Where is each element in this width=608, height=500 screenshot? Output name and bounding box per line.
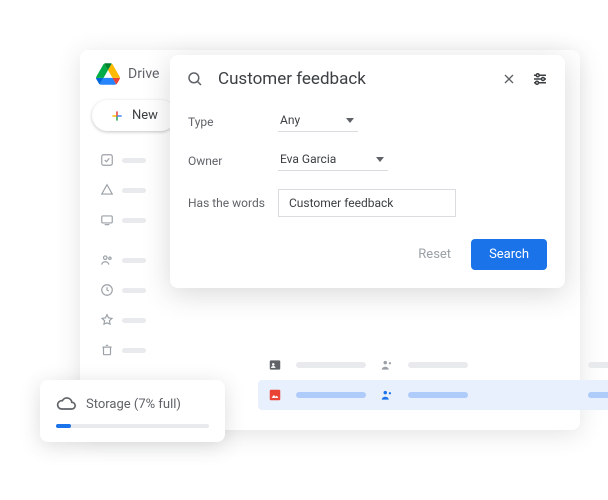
nav-item-shared[interactable] (92, 247, 172, 273)
drive-logo-icon (96, 62, 120, 86)
row-placeholder (296, 362, 366, 368)
words-label: Has the words (188, 196, 266, 210)
owner-label: Owner (188, 154, 266, 168)
owner-value: Eva Garcia (280, 152, 336, 166)
search-input[interactable] (218, 69, 487, 89)
drive-triangle-icon (100, 183, 114, 197)
nav-placeholder (122, 348, 146, 353)
devices-icon (100, 213, 114, 227)
new-button[interactable]: New (92, 100, 176, 131)
nav-placeholder (122, 318, 146, 323)
nav-item-trash[interactable] (92, 337, 172, 363)
row-placeholder (408, 362, 468, 368)
nav-item-starred[interactable] (92, 307, 172, 333)
filter-options-icon[interactable] (531, 70, 549, 88)
nav-item-computers[interactable] (92, 207, 172, 233)
filter-row-type: Type Any (188, 111, 547, 132)
star-icon (100, 313, 114, 327)
close-icon[interactable] (501, 71, 517, 87)
filter-row-words: Has the words (188, 189, 547, 217)
clock-icon (100, 283, 114, 297)
row-placeholder (408, 392, 468, 398)
caret-down-icon (376, 157, 384, 162)
search-icon (186, 70, 204, 88)
nav-placeholder (122, 258, 146, 263)
caret-down-icon (346, 118, 354, 123)
storage-header: Storage (7% full) (56, 394, 209, 414)
cloud-icon (56, 394, 76, 414)
shared-icon (380, 358, 394, 372)
filter-row-owner: Owner Eva Garcia (188, 150, 547, 171)
list-row[interactable] (258, 350, 608, 380)
nav-placeholder (122, 288, 146, 293)
trash-icon (100, 343, 114, 357)
nav-item-recent[interactable] (92, 277, 172, 303)
shared-icon (380, 388, 394, 402)
check-badge-icon (100, 153, 114, 167)
filter-actions: Reset Search (188, 235, 547, 274)
contact-icon (268, 358, 282, 372)
filter-body: Type Any Owner Eva Garcia Has the words … (170, 103, 565, 288)
search-bar (170, 55, 565, 103)
reset-button[interactable]: Reset (418, 247, 451, 262)
storage-card[interactable]: Storage (7% full) (40, 380, 225, 442)
nav-item-priority[interactable] (92, 147, 172, 173)
row-placeholder (296, 392, 366, 398)
people-icon (100, 253, 114, 267)
nav-item-mydrive[interactable] (92, 177, 172, 203)
nav-placeholder (122, 188, 146, 193)
file-list (258, 350, 608, 410)
app-title: Drive (128, 66, 159, 82)
storage-bar (56, 424, 209, 428)
owner-select[interactable]: Eva Garcia (278, 150, 388, 171)
list-row-selected[interactable] (258, 380, 608, 410)
plus-icon (110, 109, 124, 123)
storage-label: Storage (7% full) (86, 397, 181, 412)
has-words-input[interactable] (278, 189, 456, 217)
row-placeholder (588, 392, 608, 398)
image-file-icon (268, 388, 282, 402)
type-select[interactable]: Any (278, 111, 358, 132)
search-panel: Type Any Owner Eva Garcia Has the words … (170, 55, 565, 288)
nav-placeholder (122, 218, 146, 223)
storage-fill (56, 424, 71, 428)
row-placeholder (588, 362, 608, 368)
new-button-label: New (132, 108, 158, 123)
nav-placeholder (122, 158, 146, 163)
type-value: Any (280, 113, 300, 127)
type-label: Type (188, 115, 266, 129)
search-button[interactable]: Search (471, 239, 547, 270)
sidebar: New (92, 100, 172, 367)
